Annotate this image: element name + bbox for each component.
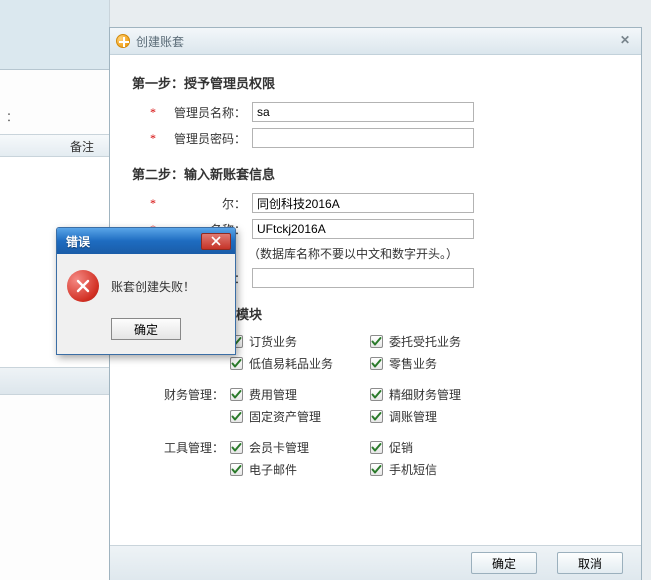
checkbox[interactable] <box>370 357 383 370</box>
module-option: 费用管理 <box>230 386 370 403</box>
module-option-label: 会员卡管理 <box>249 439 309 456</box>
module-option: 会员卡管理 <box>230 439 370 456</box>
step1-title: 第一步：授予管理员权限 <box>132 73 619 92</box>
module-option-label: 精细财务管理 <box>389 386 461 403</box>
admin-name-row: * 管理员名称： <box>132 102 619 122</box>
required-mark: * <box>150 131 156 146</box>
module-option: 促销 <box>370 439 510 456</box>
dialog-ok-button[interactable]: 确定 <box>471 552 537 574</box>
module-row: 固定资产管理 调账管理 <box>150 408 619 425</box>
error-title: 错误 <box>66 233 90 250</box>
admin-pwd-label: 管理员密码： <box>160 130 246 147</box>
checkbox[interactable] <box>370 410 383 423</box>
module-option: 订货业务 <box>230 333 370 350</box>
module-option-label: 手机短信 <box>389 461 437 478</box>
checkbox[interactable] <box>370 388 383 401</box>
module-option-label: 固定资产管理 <box>249 408 321 425</box>
checkbox[interactable] <box>370 335 383 348</box>
step2-title: 第二步：输入新账套信息 <box>132 164 619 183</box>
note-input[interactable] <box>252 268 474 288</box>
error-dialog: 错误 账套创建失败！ 确定 <box>56 227 236 355</box>
account-name-row: * 尔： <box>132 193 619 213</box>
module-option-label: 促销 <box>389 439 413 456</box>
checkbox[interactable] <box>370 441 383 454</box>
admin-pwd-input[interactable] <box>252 128 474 148</box>
module-option: 精细财务管理 <box>370 386 510 403</box>
checkbox[interactable] <box>230 388 243 401</box>
module-row: 工具管理： 会员卡管理 促销 <box>150 439 619 456</box>
module-option: 电子邮件 <box>230 461 370 478</box>
module-option-label: 调账管理 <box>389 408 437 425</box>
module-option-label: 费用管理 <box>249 386 297 403</box>
module-option-label: 电子邮件 <box>249 461 297 478</box>
module-row: 电子邮件 手机短信 <box>150 461 619 478</box>
db-name-input[interactable] <box>252 219 474 239</box>
account-name-label: 尔： <box>160 195 246 212</box>
checkbox[interactable] <box>230 357 243 370</box>
module-option: 低值易耗品业务 <box>230 355 370 372</box>
checkbox[interactable] <box>370 463 383 476</box>
module-option: 零售业务 <box>370 355 510 372</box>
bg-label: ： <box>0 70 109 135</box>
module-group-label: 财务管理： <box>150 386 224 403</box>
admin-name-label: 管理员名称： <box>160 104 246 121</box>
dialog-cancel-button[interactable]: 取消 <box>557 552 623 574</box>
add-icon <box>116 34 130 48</box>
error-close-button[interactable] <box>201 233 231 250</box>
admin-pwd-row: * 管理员密码： <box>132 128 619 148</box>
bg-column-remark: 备注 <box>0 135 109 157</box>
module-option-label: 低值易耗品业务 <box>249 355 333 372</box>
admin-name-input[interactable] <box>252 102 474 122</box>
module-option: 委托受托业务 <box>370 333 510 350</box>
dialog-close-button[interactable]: ✕ <box>615 33 635 49</box>
error-icon <box>67 270 99 302</box>
account-name-input[interactable] <box>252 193 474 213</box>
error-ok-button[interactable]: 确定 <box>111 318 181 340</box>
module-row: 低值易耗品业务 零售业务 <box>150 355 619 372</box>
module-row: 财务管理： 费用管理 精细财务管理 <box>150 386 619 403</box>
required-mark: * <box>150 196 156 211</box>
dialog-footer: 确定 取消 <box>110 545 641 580</box>
dialog-title: 创建账套 <box>136 33 184 50</box>
dialog-titlebar: 创建账套 ✕ <box>110 28 641 55</box>
module-group-label: 工具管理： <box>150 439 224 456</box>
error-message: 账套创建失败！ <box>111 270 195 295</box>
module-option: 固定资产管理 <box>230 408 370 425</box>
module-option: 手机短信 <box>370 461 510 478</box>
module-option-label: 委托受托业务 <box>389 333 461 350</box>
checkbox[interactable] <box>230 441 243 454</box>
module-option-label: 零售业务 <box>389 355 437 372</box>
error-titlebar: 错误 <box>57 228 235 254</box>
checkbox[interactable] <box>230 410 243 423</box>
module-option: 调账管理 <box>370 408 510 425</box>
checkbox[interactable] <box>230 463 243 476</box>
required-mark: * <box>150 105 156 120</box>
module-option-label: 订货业务 <box>249 333 297 350</box>
close-icon <box>211 236 221 246</box>
